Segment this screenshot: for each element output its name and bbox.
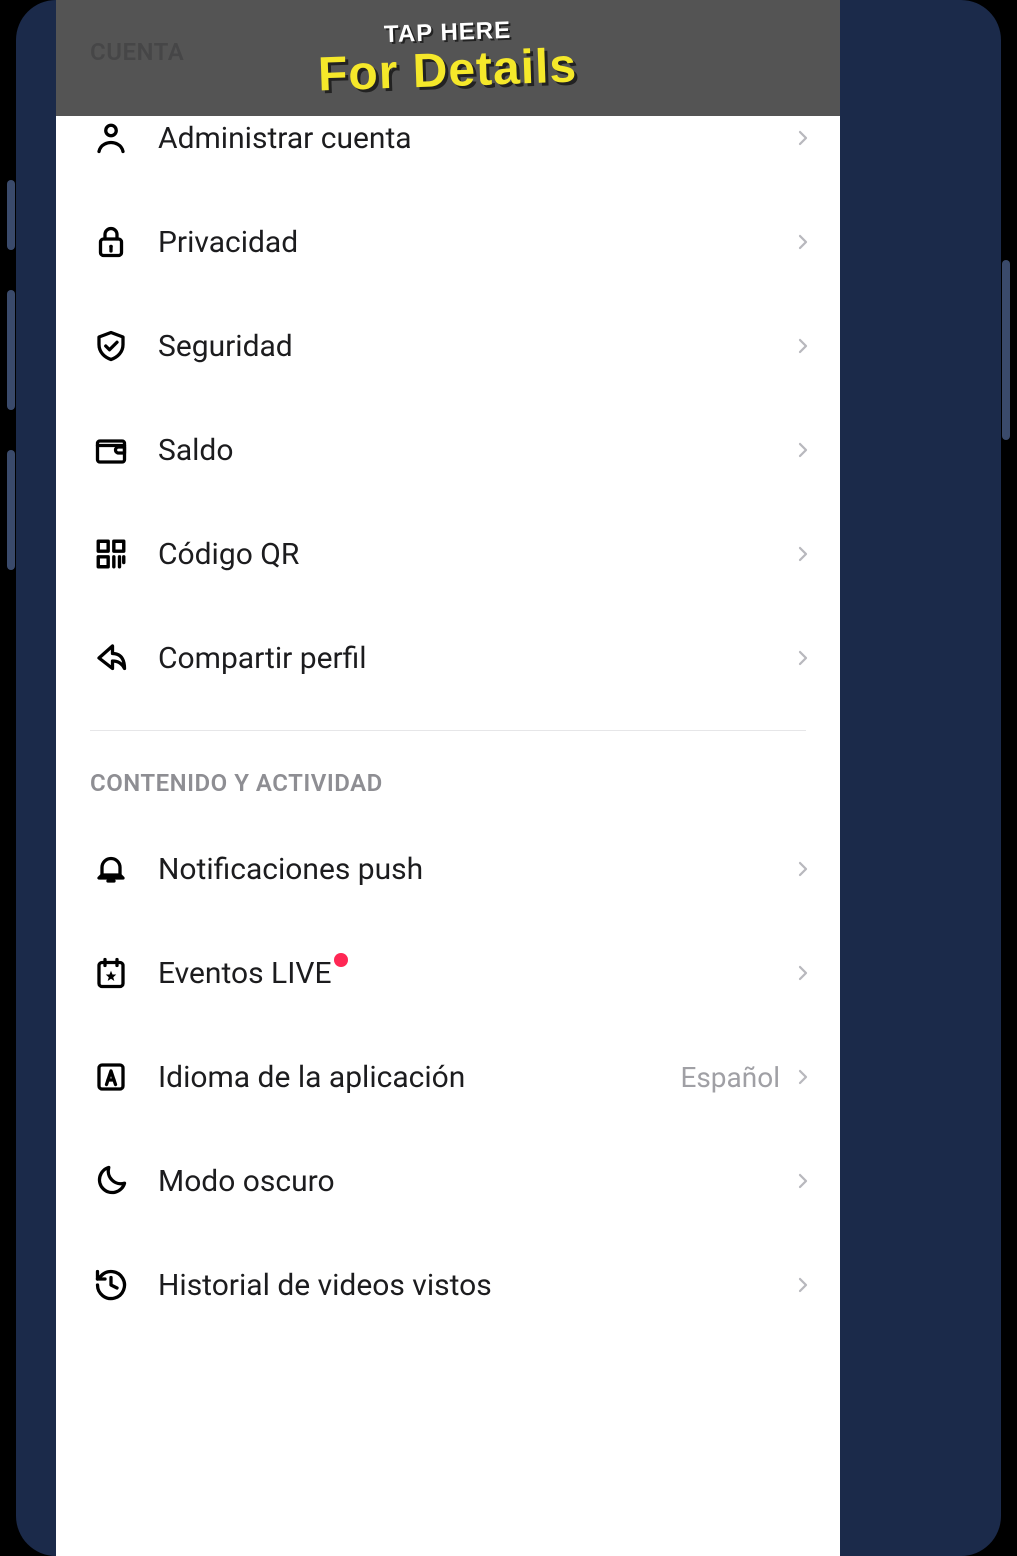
chevron-right-icon	[794, 643, 812, 673]
chevron-right-icon	[794, 227, 812, 257]
share-icon	[90, 637, 132, 679]
screen: CUENTA Administrar cuenta	[56, 0, 840, 1556]
phone-side-buttons-left	[7, 180, 15, 600]
chevron-right-icon	[794, 435, 812, 465]
language-icon	[90, 1056, 132, 1098]
chevron-right-icon	[794, 1270, 812, 1300]
row-label: Modo oscuro	[158, 1164, 794, 1199]
row-push-notifications[interactable]: Notificaciones push	[56, 817, 840, 921]
moon-icon	[90, 1160, 132, 1202]
phone-side-button-right	[1002, 260, 1010, 440]
wallet-icon	[90, 429, 132, 471]
chevron-right-icon	[794, 331, 812, 361]
chevron-right-icon	[794, 123, 812, 153]
chevron-right-icon	[794, 1166, 812, 1196]
row-label: Privacidad	[158, 225, 794, 260]
row-share-profile[interactable]: Compartir perfil	[56, 606, 840, 710]
chevron-right-icon	[794, 854, 812, 884]
qr-code-icon	[90, 533, 132, 575]
row-privacy[interactable]: Privacidad	[56, 190, 840, 294]
row-watch-history[interactable]: Historial de videos vistos	[56, 1233, 840, 1337]
section-header-content: CONTENIDO Y ACTIVIDAD	[56, 731, 840, 817]
row-label: Idioma de la aplicación	[158, 1060, 680, 1095]
notification-dot	[334, 953, 348, 967]
lock-icon	[90, 221, 132, 263]
banner-details-text: For Details	[318, 38, 579, 102]
row-qr-code[interactable]: Código QR	[56, 502, 840, 606]
chevron-right-icon	[794, 1062, 812, 1092]
row-label: Notificaciones push	[158, 852, 794, 887]
row-live-events[interactable]: Eventos LIVE	[56, 921, 840, 1025]
row-label: Historial de videos vistos	[158, 1268, 794, 1303]
row-label: Eventos LIVE	[158, 956, 794, 991]
history-icon	[90, 1264, 132, 1306]
bell-icon	[90, 848, 132, 890]
row-label: Administrar cuenta	[158, 121, 794, 156]
row-app-language[interactable]: Idioma de la aplicación Español	[56, 1025, 840, 1129]
calendar-star-icon	[90, 952, 132, 994]
row-security[interactable]: Seguridad	[56, 294, 840, 398]
shield-icon	[90, 325, 132, 367]
row-balance[interactable]: Saldo	[56, 398, 840, 502]
row-label: Saldo	[158, 433, 794, 468]
row-dark-mode[interactable]: Modo oscuro	[56, 1129, 840, 1233]
row-label: Compartir perfil	[158, 641, 794, 676]
chevron-right-icon	[794, 958, 812, 988]
person-icon	[90, 117, 132, 159]
row-label: Seguridad	[158, 329, 794, 364]
promo-banner[interactable]: TAP HERE For Details	[56, 0, 840, 116]
row-value: Español	[680, 1061, 780, 1094]
row-label: Código QR	[158, 537, 794, 572]
chevron-right-icon	[794, 539, 812, 569]
